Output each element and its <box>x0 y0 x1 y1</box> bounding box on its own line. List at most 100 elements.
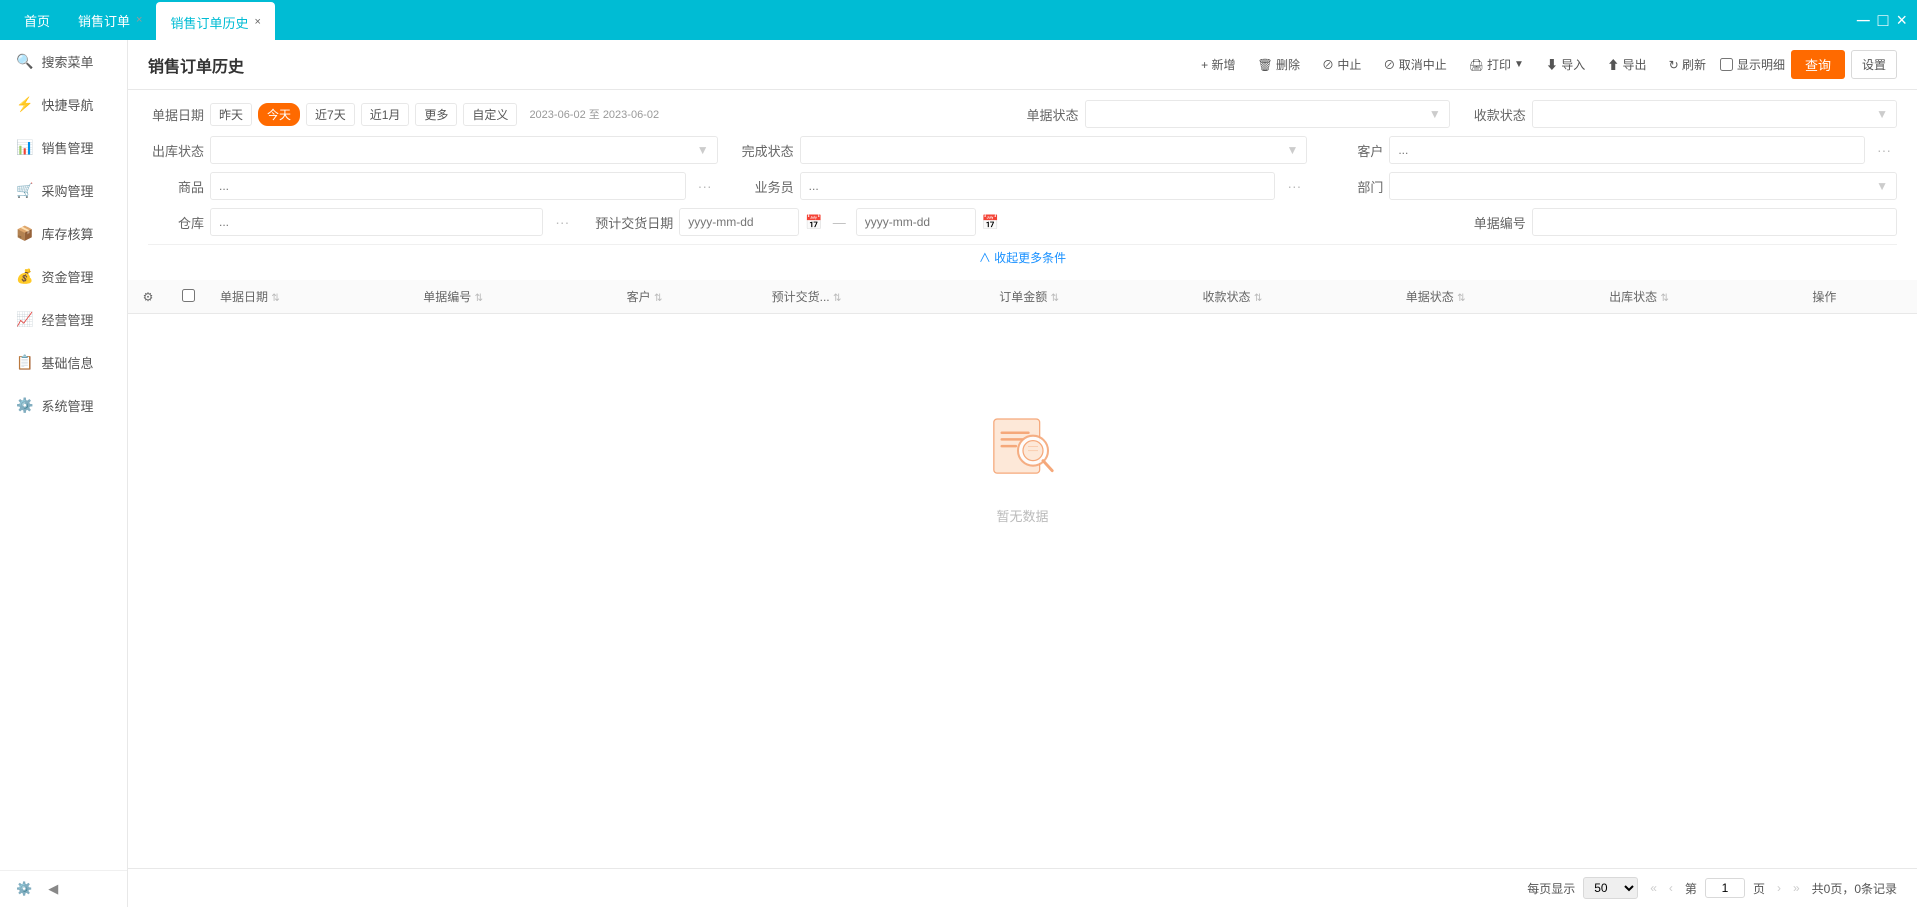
product-input[interactable] <box>210 172 686 200</box>
calendar-from-icon[interactable]: 📅 <box>805 214 822 231</box>
page-size-select[interactable]: 20 50 100 <box>1583 877 1638 899</box>
delete-button[interactable]: 🗑 删除 <box>1249 52 1308 77</box>
col-bill-status[interactable]: 单据状态 ⇅ <box>1394 280 1597 314</box>
filter-row-4: 仓库 ··· 预计交货日期 📅 — 📅 单据编号 <box>148 208 1897 236</box>
calendar-to-icon[interactable]: 📅 <box>982 214 999 231</box>
sidebar-item-inventory[interactable]: 📦 库存核算 <box>0 212 127 255</box>
query-button[interactable]: 查询 <box>1791 50 1845 79</box>
col-order-amount[interactable]: 订单金额 ⇅ <box>987 280 1190 314</box>
last-page-button[interactable]: » <box>1789 879 1804 897</box>
sidebar-item-quick-nav[interactable]: ⚡ 快捷导航 <box>0 83 127 126</box>
sidebar-item-purchase-label: 采购管理 <box>41 181 93 200</box>
sidebar-item-quick-nav-label: 快捷导航 <box>41 95 93 114</box>
sidebar-item-sales[interactable]: 📊 销售管理 <box>0 126 127 169</box>
content-area: 销售订单历史 + 新增 🗑 删除 ⊘ 中止 ⊘ 取消中止 🖨 🖨 打印 打印 ▼… <box>128 40 1917 907</box>
refresh-button[interactable]: ↻ 刷新 <box>1661 52 1714 77</box>
maximize-button[interactable]: □ <box>1878 10 1889 31</box>
tab-sales-order-history[interactable]: 销售订单历史 × <box>156 2 274 42</box>
page-title: 销售订单历史 <box>148 53 244 77</box>
show-detail-checkbox[interactable]: 显示明细 <box>1720 56 1785 73</box>
finance-icon: 💰 <box>16 268 33 285</box>
expected-date-to[interactable] <box>856 208 976 236</box>
tab-sales-order-close[interactable]: × <box>136 14 142 26</box>
stop-button[interactable]: ⊘ 中止 <box>1314 52 1369 77</box>
out-status-select[interactable]: ▼ <box>210 136 718 164</box>
complete-status-select[interactable]: ▼ <box>800 136 1308 164</box>
warehouse-label: 仓库 <box>148 213 204 232</box>
page-header: 销售订单历史 + 新增 🗑 删除 ⊘ 中止 ⊘ 取消中止 🖨 🖨 打印 打印 ▼… <box>128 40 1917 90</box>
expected-date-from[interactable] <box>679 208 799 236</box>
print-button[interactable]: 🖨 🖨 打印 打印 ▼ <box>1461 52 1532 77</box>
complete-status-label: 完成状态 <box>738 141 794 160</box>
sidebar-item-search[interactable]: 🔍 搜索菜单 <box>0 40 127 83</box>
settings-button[interactable]: 设置 <box>1851 50 1897 79</box>
product-label: 商品 <box>148 177 204 196</box>
show-detail-input[interactable] <box>1720 58 1733 71</box>
filter-expected-date: 预计交货日期 📅 — 📅 <box>595 208 1450 236</box>
col-expected-date[interactable]: 预计交货... ⇅ <box>760 280 988 314</box>
date-btn-custom[interactable]: 自定义 <box>463 103 517 126</box>
table-footer: 每页显示 20 50 100 « ‹ 第 页 › » 共0页，0条记录 <box>128 868 1917 907</box>
bill-date-label: 单据日期 <box>148 105 204 124</box>
date-range-text: 2023-06-02 至 2023-06-02 <box>529 106 659 122</box>
minimize-button[interactable]: ─ <box>1857 10 1870 31</box>
export-button[interactable]: ⬆ 导出 <box>1599 52 1654 77</box>
date-btn-today[interactable]: 今天 <box>258 103 300 126</box>
tab-sales-order[interactable]: 销售订单 × <box>64 0 156 40</box>
sidebar-item-basic[interactable]: 📋 基础信息 <box>0 341 127 384</box>
date-btn-7days[interactable]: 近7天 <box>306 103 355 126</box>
receipt-status-dropdown-icon: ▼ <box>1876 107 1888 121</box>
collapse-bar[interactable]: ∧ 收起更多条件 <box>148 244 1897 270</box>
sales-icon: 📊 <box>16 139 33 156</box>
filter-receipt-status: 收款状态 ▼ <box>1470 100 1897 128</box>
cancel-stop-button[interactable]: ⊘ 取消中止 <box>1375 52 1454 77</box>
close-button[interactable]: × <box>1896 10 1907 31</box>
top-tabs: 首页 销售订单 × 销售订单历史 × <box>10 0 275 40</box>
customer-input[interactable] <box>1389 136 1865 164</box>
new-button[interactable]: + 新增 <box>1193 52 1243 77</box>
filter-complete-status: 完成状态 ▼ <box>738 136 1308 164</box>
tab-sales-order-history-close[interactable]: × <box>254 16 260 28</box>
sidebar-item-purchase[interactable]: 🛒 采购管理 <box>0 169 127 212</box>
import-button[interactable]: ⬇ 导入 <box>1538 52 1593 77</box>
product-dots[interactable]: ··· <box>692 178 718 194</box>
sidebar-item-business[interactable]: 📈 经营管理 <box>0 298 127 341</box>
prev-page-button[interactable]: ‹ <box>1665 879 1677 897</box>
col-receipt-status[interactable]: 收款状态 ⇅ <box>1191 280 1394 314</box>
col-bill-no[interactable]: 单据编号 ⇅ <box>411 280 614 314</box>
col-out-status[interactable]: 出库状态 ⇅ <box>1597 280 1800 314</box>
date-btn-more[interactable]: 更多 <box>415 103 457 126</box>
tab-home[interactable]: 首页 <box>10 0 64 40</box>
salesperson-dots[interactable]: ··· <box>1281 178 1307 194</box>
warehouse-input[interactable] <box>210 208 543 236</box>
dept-select[interactable]: ▼ <box>1389 172 1897 200</box>
sidebar-settings-icon[interactable]: ⚙️ <box>16 881 32 897</box>
bill-status-select[interactable]: ▼ <box>1085 100 1450 128</box>
salesperson-input[interactable] <box>800 172 1276 200</box>
sidebar-collapse-icon[interactable]: ◀ <box>48 881 58 897</box>
data-table: ⚙ 单据日期 ⇅ 单据编号 ⇅ 客户 <box>128 280 1917 605</box>
page-title-row: 销售订单历史 + 新增 🗑 删除 ⊘ 中止 ⊘ 取消中止 🖨 🖨 打印 打印 ▼… <box>148 50 1897 79</box>
empty-illustration <box>973 394 1073 494</box>
col-action: 操作 <box>1800 280 1917 314</box>
current-page-input[interactable] <box>1705 878 1745 898</box>
sidebar-item-finance[interactable]: 💰 资金管理 <box>0 255 127 298</box>
receipt-status-select[interactable]: ▼ <box>1532 100 1897 128</box>
filter-row-1: 单据日期 昨天 今天 近7天 近1月 更多 自定义 2023-06-02 至 2… <box>148 100 1897 128</box>
col-customer[interactable]: 客户 ⇅ <box>615 280 760 314</box>
first-page-button[interactable]: « <box>1646 879 1661 897</box>
top-bar: 首页 销售订单 × 销售订单历史 × ─ □ × <box>0 0 1917 40</box>
date-btn-1month[interactable]: 近1月 <box>361 103 410 126</box>
next-page-button[interactable]: › <box>1773 879 1785 897</box>
date-btn-yesterday[interactable]: 昨天 <box>210 103 252 126</box>
filter-out-status: 出库状态 ▼ <box>148 136 718 164</box>
filter-dept: 部门 ▼ <box>1327 172 1897 200</box>
col-bill-date[interactable]: 单据日期 ⇅ <box>208 280 411 314</box>
select-all-checkbox[interactable] <box>182 289 195 302</box>
bill-no-input[interactable] <box>1532 208 1897 236</box>
customer-dots[interactable]: ··· <box>1871 142 1897 158</box>
sidebar-item-system[interactable]: ⚙️ 系统管理 <box>0 384 127 427</box>
main-layout: 🔍 搜索菜单 ⚡ 快捷导航 📊 销售管理 🛒 采购管理 📦 库存核算 💰 资金管… <box>0 40 1917 907</box>
warehouse-dots[interactable]: ··· <box>549 214 575 230</box>
table-settings-col[interactable]: ⚙ <box>128 280 168 314</box>
